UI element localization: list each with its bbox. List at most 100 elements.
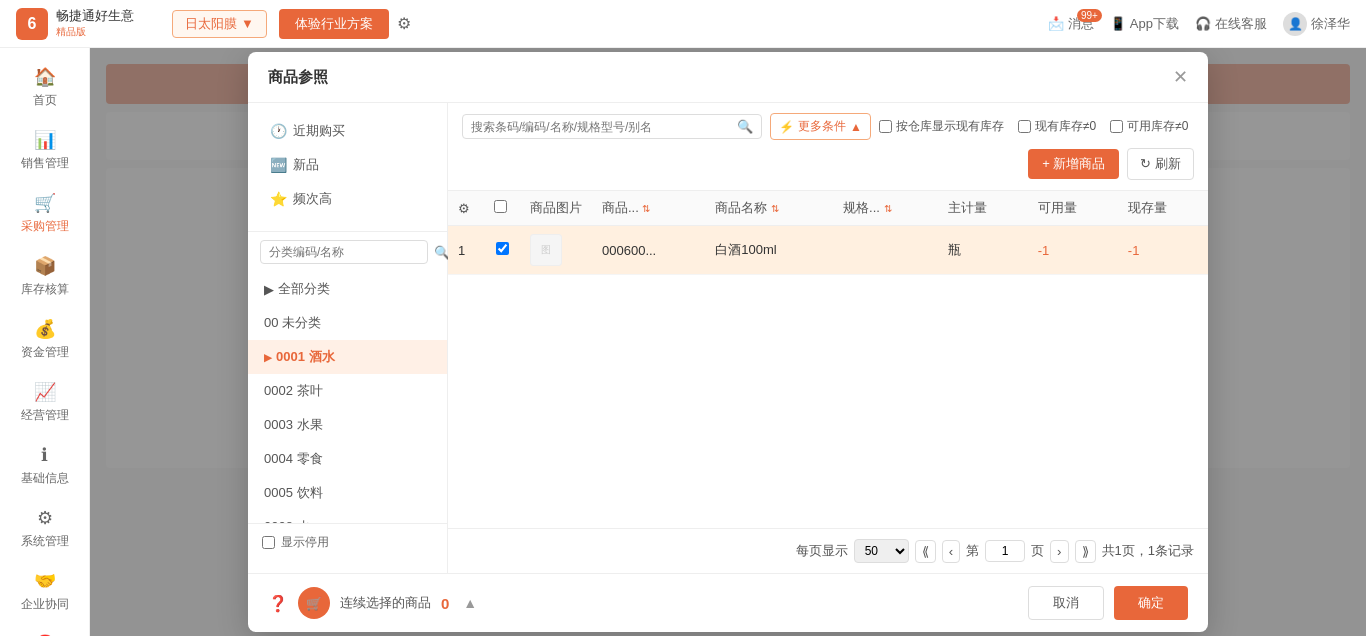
category-item-4[interactable]: 0004 零食 [248,442,447,476]
product-reference-modal: 商品参照 ✕ 🕐 近期购买 🆕 [248,52,1208,632]
modal-toolbar: 🔍 ⚡ 更多条件 ▲ 按仓库显示现有库存 [448,103,1208,191]
filter-button[interactable]: ⚡ 更多条件 ▲ [770,113,871,140]
category-all[interactable]: ▶ 全部分类 [248,272,447,306]
cancel-button[interactable]: 取消 [1028,586,1104,620]
search-icon[interactable]: 🔍 [737,119,753,134]
sidebar-item-8[interactable]: 🤝企业协同 [21,560,69,623]
chevron-down-icon: ▼ [241,16,254,31]
top-nav: 6 畅捷通好生意 精品版 日太阳膜 ▼ 体验行业方案 ⚙ 📩 消息 99+ 📱 … [0,0,1366,48]
tab-new-products[interactable]: 🆕 新品 [260,149,435,181]
checkbox-existing-stock[interactable]: 现有库存≠0 [1018,118,1096,135]
logo-area: 6 畅捷通好生意 精品版 [16,8,156,40]
app-download-button[interactable]: 📱 App下载 [1110,15,1179,33]
help-icon[interactable]: ❓ [268,594,288,613]
show-disabled-checkbox[interactable] [262,536,275,549]
filter-checkboxes: 按仓库显示现有库存 现有库存≠0 可用库存≠0 [879,118,1189,135]
row-available: -1 [1028,226,1118,275]
name-header[interactable]: 商品名称 ⇅ [705,191,833,226]
category-item-0[interactable]: 00 未分类 [248,306,447,340]
gear-icon[interactable]: ⚙ [397,14,411,33]
checkbox-warehouse-stock[interactable]: 按仓库显示现有库存 [879,118,1004,135]
refresh-button[interactable]: ↻ 刷新 [1127,148,1194,180]
category-item-3[interactable]: 0003 水果 [248,408,447,442]
modal-left-panel: 🕐 近期购买 🆕 新品 ⭐ 频次高 [248,103,448,573]
close-button[interactable]: ✕ [1173,66,1188,88]
user-profile[interactable]: 👤 徐泽华 [1283,12,1350,36]
row-stock: -1 [1118,226,1208,275]
sidebar-icon-7: ⚙ [37,507,53,529]
tab-recent-purchase[interactable]: 🕐 近期购买 [260,115,435,147]
add-product-button[interactable]: + 新增商品 [1028,149,1119,179]
product-search-input[interactable] [471,120,733,134]
tab-high-frequency[interactable]: ⭐ 频次高 [260,183,435,215]
avatar: 👤 [1283,12,1307,36]
sidebar-item-2[interactable]: 🛒采购管理 [21,182,69,245]
category-item-6[interactable]: 0008 水 [248,510,447,523]
modal-right-panel: 🔍 ⚡ 更多条件 ▲ 按仓库显示现有库存 [448,103,1208,573]
category-item-5[interactable]: 0005 饮料 [248,476,447,510]
collapse-icon[interactable]: ▲ [463,595,477,611]
sidebar-icon-2: 🛒 [34,192,56,214]
sidebar-icon-1: 📊 [34,129,56,151]
table-row[interactable]: 1 图 000600... 白酒100ml 瓶 -1 -1 [448,226,1208,275]
prev-page-btn[interactable]: ‹ [942,540,960,563]
row-code: 000600... [592,226,705,275]
product-search-box: 🔍 [462,114,762,139]
row-spec [833,226,938,275]
phone-icon: 📱 [1110,16,1126,31]
sort-icon2: ⇅ [771,203,779,214]
table-header: ⚙ 商品图片 商品... ⇅ 商品名称 [448,191,1208,226]
modal-body: 🕐 近期购买 🆕 新品 ⭐ 频次高 [248,103,1208,573]
code-header[interactable]: 商品... ⇅ [592,191,705,226]
message-button[interactable]: 📩 消息 99+ [1048,15,1094,33]
check-header [484,191,520,226]
img-header: 商品图片 [520,191,592,226]
sidebar-icon-6: ℹ [41,444,48,466]
sidebar-item-4[interactable]: 💰资金管理 [21,308,69,371]
sidebar-icon-5: 📈 [34,381,56,403]
demo-button[interactable]: 体验行业方案 [279,9,389,39]
unit-header: 主计量 [938,191,1028,226]
page-input[interactable] [985,540,1025,562]
sidebar-item-1[interactable]: 📊销售管理 [21,119,69,182]
category-item-1[interactable]: ▶ 0001 酒水 [248,340,447,374]
next-page-btn[interactable]: › [1050,540,1068,563]
confirm-button[interactable]: 确定 [1114,586,1188,620]
service-button[interactable]: 🎧 在线客服 [1195,15,1267,33]
sidebar-item-5[interactable]: 📈经营管理 [21,371,69,434]
category-item-2[interactable]: 0002 茶叶 [248,374,447,408]
footer-actions: 取消 确定 [1028,586,1188,620]
last-page-btn[interactable]: ⟫ [1075,540,1096,563]
row-img: 图 [520,226,592,275]
clock-icon: 🕐 [270,123,287,139]
table-body: 1 图 000600... 白酒100ml 瓶 -1 -1 [448,226,1208,275]
sidebar-item-0[interactable]: 🏠首页 [21,56,69,119]
category-search-input[interactable] [260,240,428,264]
chevron-up-icon: ▲ [850,120,862,134]
sidebar-item-3[interactable]: 📦库存核算 [21,245,69,308]
sidebar-icon-0: 🏠 [34,66,56,88]
nav-right: 📩 消息 99+ 📱 App下载 🎧 在线客服 👤 徐泽华 [1048,12,1350,36]
sidebar-icon-4: 💰 [34,318,56,340]
checkbox-available-stock[interactable]: 可用库存≠0 [1110,118,1188,135]
row-check[interactable] [484,226,520,275]
sort-icon: ⇅ [642,203,650,214]
per-page-select[interactable]: 501020100 [854,539,909,563]
store-selector[interactable]: 日太阳膜 ▼ [172,10,267,38]
filter-icon: ⚡ [779,120,794,134]
sidebar: 🏠首页📊销售管理🛒采购管理📦库存核算💰资金管理📈经营管理ℹ基础信息⚙系统管理🤝企… [0,48,90,636]
logo-icon: 6 [16,8,48,40]
message-badge: 99+ [1077,9,1102,22]
sidebar-item-6[interactable]: ℹ基础信息 [21,434,69,497]
select-all-checkbox[interactable] [494,200,507,213]
sidebar-item-7[interactable]: ⚙系统管理 [21,497,69,560]
spec-header[interactable]: 规格... ⇅ [833,191,938,226]
sidebar-icon-8: 🤝 [34,570,56,592]
logo-text: 畅捷通好生意 [56,8,134,25]
sidebar-item-9[interactable]: 🎯新手引导 [21,623,69,636]
category-list: ▶ 全部分类 00 未分类▶ 0001 酒水0002 茶叶0003 水果0004… [248,272,447,523]
modal-overlay: 商品参照 ✕ 🕐 近期购买 🆕 [90,48,1366,636]
main-layout: 🏠首页📊销售管理🛒采购管理📦库存核算💰资金管理📈经营管理ℹ基础信息⚙系统管理🤝企… [0,48,1366,636]
first-page-btn[interactable]: ⟪ [915,540,936,563]
cart-button[interactable]: 🛒 [298,587,330,619]
